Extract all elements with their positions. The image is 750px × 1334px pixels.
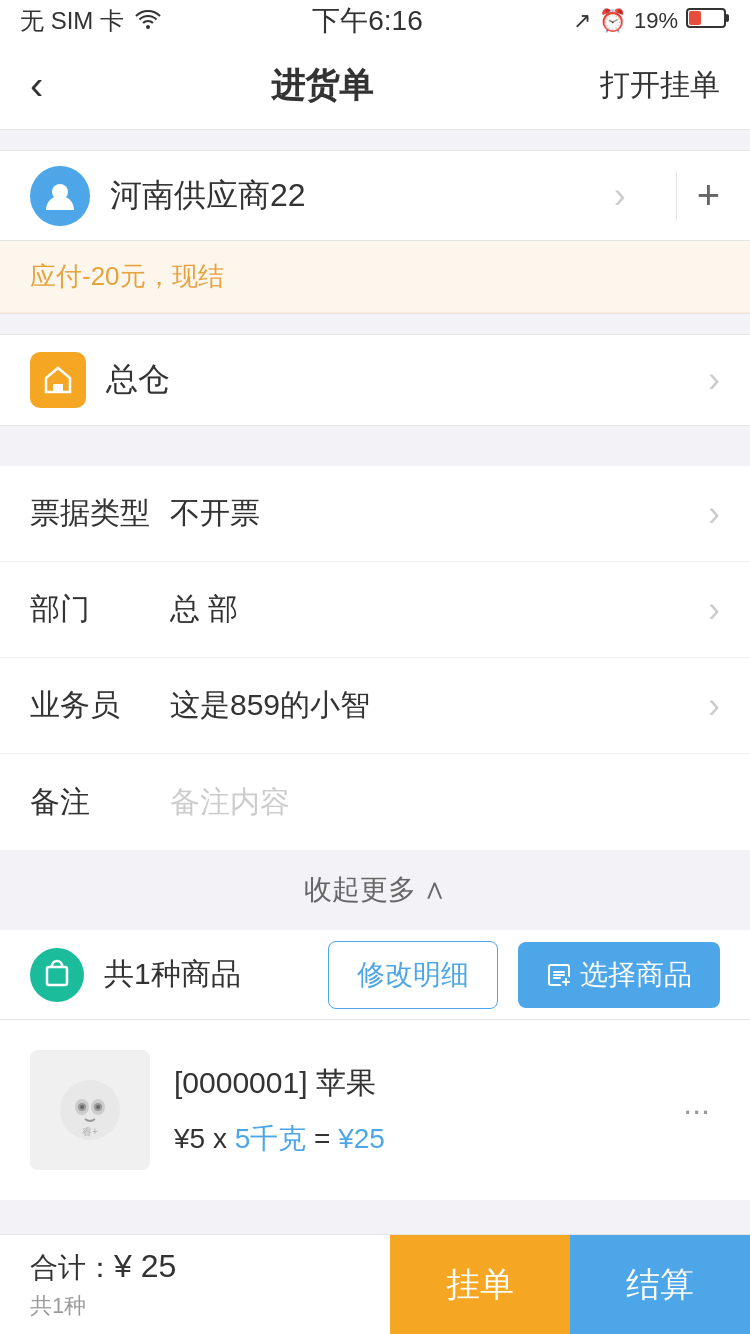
invoice-chevron [708,493,720,535]
notification-bar: 应付-20元，现结 [0,241,750,313]
page-title: 进货单 [271,63,373,109]
department-value: 总 部 [160,589,708,630]
svg-point-13 [80,1105,84,1109]
invoice-value: 不开票 [160,493,708,534]
supplier-name: 河南供应商22 [110,174,614,218]
total-count: 共1种 [30,1291,360,1321]
total-label: 合计： [30,1252,114,1283]
supplier-row[interactable]: 河南供应商22 + [0,151,750,241]
products-section: 共1种商品 修改明细 选择商品 睿+ [0,930,750,1200]
invoice-label: 票据类型 [30,493,160,534]
product-price-line: ¥5 x 5千克 = ¥25 [174,1120,673,1158]
product-total: ¥25 [338,1123,385,1154]
battery-icon [686,7,730,35]
supplier-section: 河南供应商22 + 应付-20元，现结 [0,150,750,314]
section-gap-3 [0,426,750,446]
section-gap-1 [0,130,750,150]
total-row: 合计：¥ 25 [30,1248,360,1287]
bottom-total: 合计：¥ 25 共1种 [0,1248,390,1321]
open-pending-button[interactable]: 打开挂单 [600,65,720,106]
product-item: 睿+ [0000001] 苹果 ¥5 x 5千克 = ¥25 ··· [0,1020,750,1200]
products-icon [30,948,84,1002]
remark-label: 备注 [30,782,160,823]
wifi-icon [134,7,162,35]
products-count: 共1种商品 [104,954,328,995]
salesperson-value: 这是859的小智 [160,685,708,726]
location-icon: ↗ [573,8,591,34]
modify-detail-button[interactable]: 修改明细 [328,941,498,1009]
svg-rect-1 [725,14,729,22]
section-gap-2 [0,314,750,334]
products-header: 共1种商品 修改明细 选择商品 [0,930,750,1020]
status-time: 下午6:16 [312,2,423,40]
salesperson-label: 业务员 [30,685,160,726]
warehouse-section: 总仓 [0,334,750,426]
warehouse-name: 总仓 [106,358,708,402]
product-thumbnail: 睿+ [30,1050,150,1170]
form-row-department[interactable]: 部门 总 部 [0,562,750,658]
form-section: 票据类型 不开票 部门 总 部 业务员 这是859的小智 备注 备注内容 [0,466,750,850]
department-label: 部门 [30,589,160,630]
status-left: 无 SIM 卡 [20,5,162,37]
department-chevron [708,589,720,631]
notification-text: 应付-20元，现结 [30,261,224,291]
form-row-salesperson[interactable]: 业务员 这是859的小智 [0,658,750,754]
back-button[interactable]: ‹ [30,63,43,108]
bottom-bar: 合计：¥ 25 共1种 挂单 结算 [0,1234,750,1334]
supplier-chevron [614,175,626,217]
select-product-label: 选择商品 [580,956,692,994]
sim-status: 无 SIM 卡 [20,5,124,37]
supplier-avatar [30,166,90,226]
warehouse-row[interactable]: 总仓 [0,335,750,425]
product-more-button[interactable]: ··· [673,1082,720,1139]
form-row-invoice[interactable]: 票据类型 不开票 [0,466,750,562]
warehouse-chevron [708,359,720,401]
remark-input[interactable]: 备注内容 [160,782,720,823]
status-bar: 无 SIM 卡 下午6:16 ↗ ⏰ 19% [0,0,750,42]
product-quantity: 5千克 [235,1123,307,1154]
checkout-button[interactable]: 结算 [570,1235,750,1335]
supplier-divider [676,171,677,221]
status-right: ↗ ⏰ 19% [573,7,730,35]
svg-point-14 [96,1105,100,1109]
product-unit-price: ¥5 x [174,1123,235,1154]
salesperson-chevron [708,685,720,727]
svg-rect-2 [689,11,701,25]
svg-text:睿+: 睿+ [82,1126,98,1137]
battery-percent: 19% [634,8,678,34]
warehouse-icon [30,352,86,408]
select-product-button[interactable]: 选择商品 [518,942,720,1008]
collapse-label: 收起更多 ∧ [304,871,447,909]
hang-order-button[interactable]: 挂单 [390,1235,570,1335]
svg-rect-4 [53,384,63,392]
product-equals: = [306,1123,338,1154]
form-row-remark[interactable]: 备注 备注内容 [0,754,750,850]
nav-bar: ‹ 进货单 打开挂单 [0,42,750,130]
total-amount: ¥ 25 [114,1248,176,1284]
product-name: [0000001] 苹果 [174,1063,673,1104]
product-code: [0000001] 苹果 [174,1066,376,1099]
collapse-bar[interactable]: 收起更多 ∧ [0,850,750,930]
product-info: [0000001] 苹果 ¥5 x 5千克 = ¥25 [174,1063,673,1158]
alarm-icon: ⏰ [599,8,626,34]
add-supplier-button[interactable]: + [697,173,720,218]
svg-rect-5 [47,967,67,985]
